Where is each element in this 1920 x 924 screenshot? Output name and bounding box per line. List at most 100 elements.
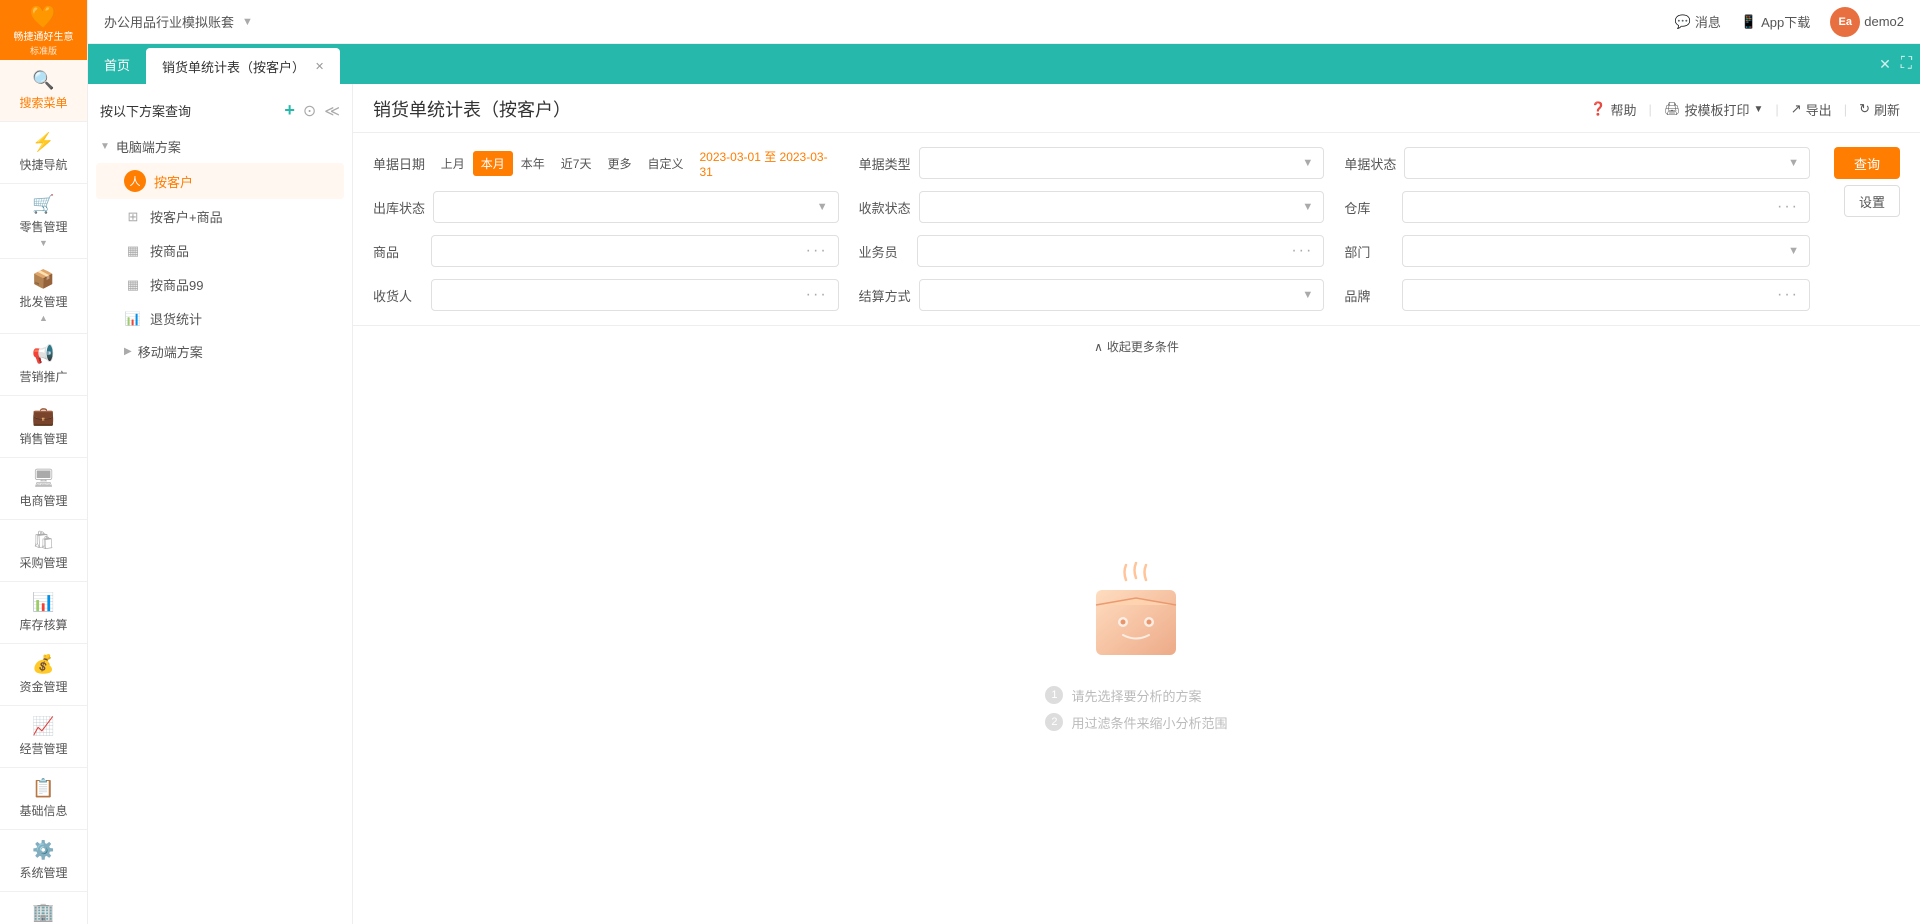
settings-button[interactable]: 设置	[1844, 185, 1900, 217]
date-btn-this-month[interactable]: 本月	[473, 151, 513, 176]
mobile-group-title[interactable]: ▶ 移动端方案	[96, 336, 344, 367]
tip-num-2: 2	[1045, 713, 1063, 731]
add-scheme-btn[interactable]: +	[284, 100, 295, 121]
user-profile-btn[interactable]: Ea demo2	[1830, 7, 1904, 37]
system-icon: ⚙️	[32, 840, 54, 861]
empty-tip-1: 1 请先选择要分析的方案	[1045, 686, 1201, 705]
status-select[interactable]: ▼	[1404, 147, 1810, 179]
sidebar-item-retail[interactable]: 🛒 零售管理 ▼	[0, 184, 88, 259]
collapse-icon: ∧	[1094, 340, 1103, 354]
scheme-item-by-customer[interactable]: 人 按客户	[96, 163, 344, 199]
purchase-icon: 🛍	[32, 530, 55, 551]
sidebar-item-search[interactable]: 🔍 搜索菜单	[0, 60, 88, 122]
sidebar-item-ecommerce[interactable]: 🖥 电商管理	[0, 458, 88, 520]
tip-num-1: 1	[1045, 686, 1063, 704]
settlement-filter-item: 结算方式 ▼	[859, 279, 1325, 311]
sidebar-item-sales[interactable]: 💼 销售管理	[0, 396, 88, 458]
empty-tips: 1 请先选择要分析的方案 2 用过滤条件来缩小分析范围	[1045, 686, 1227, 732]
date-btn-this-year[interactable]: 本年	[513, 151, 553, 176]
scheme-item-by-product[interactable]: ▦ 按商品	[96, 234, 344, 267]
brand-select[interactable]: ···	[1402, 279, 1810, 311]
quick-nav-label: 快捷导航	[19, 156, 67, 173]
sidebar-item-purchase[interactable]: 🛍 采购管理	[0, 520, 88, 582]
scheme-item-customer-product[interactable]: ⊞ 按客户+商品	[96, 200, 344, 233]
print-dropdown-icon: ▼	[1753, 104, 1763, 115]
date-range-display: 2023-03-01 至 2023-03-31	[699, 148, 838, 179]
export-btn[interactable]: ↗ 导出	[1791, 100, 1832, 119]
filter-section: 单据日期 上月 本月 本年 近7天 更多 自定义 2023-03-01 至 20…	[353, 133, 1920, 367]
collection-select[interactable]: ▼	[919, 191, 1325, 223]
out-status-arrow: ▼	[817, 201, 828, 213]
customer-product-icon: ⊞	[124, 208, 142, 226]
type-select[interactable]: ▼	[919, 147, 1325, 179]
basic-label: 基础信息	[19, 802, 67, 819]
date-btn-more[interactable]: 更多	[599, 151, 639, 176]
refresh-btn[interactable]: ↻ 刷新	[1859, 100, 1900, 119]
app-download-btn[interactable]: 📱 App下载	[1741, 12, 1810, 31]
retail-icon: 🛒	[32, 194, 54, 215]
desktop-group-arrow: ▼	[100, 141, 110, 152]
sidebar-item-wholesale[interactable]: 📦 批发管理 ▲	[0, 259, 88, 334]
sidebar-item-system[interactable]: ⚙️ 系统管理	[0, 830, 88, 892]
message-icon: 💬	[1675, 14, 1691, 30]
collapse-panel-btn[interactable]: ≪	[324, 102, 340, 120]
message-label: 消息	[1695, 12, 1721, 31]
warehouse-select[interactable]: ···	[1402, 191, 1810, 223]
receiver-dots: ···	[806, 286, 828, 304]
sidebar-item-inventory[interactable]: 📊 库存核算	[0, 582, 88, 644]
collapse-btn[interactable]: ∧ 收起更多条件	[1082, 334, 1191, 359]
right-content: 销货单统计表（按客户） ❓ 帮助 | 🖨 按模板打印 ▼ | ↗	[353, 84, 1920, 924]
sidebar-item-enterprise[interactable]: 🏢 企业协同	[0, 892, 88, 924]
help-label: 帮助	[1611, 100, 1637, 119]
sidebar: 🧡 畅捷通好生意 标准版 🔍 搜索菜单 ⚡ 快捷导航 🛒 零售管理 ▼ 📦 批发…	[0, 0, 88, 924]
out-status-filter-item: 出库状态 ▼	[373, 191, 839, 223]
industry-dropdown-icon[interactable]: ▼	[242, 16, 253, 28]
salesperson-filter-item: 业务员 ···	[859, 235, 1325, 267]
scheme-item-return-stats[interactable]: 📊 退货统计	[96, 302, 344, 335]
sidebar-item-quick-nav[interactable]: ⚡ 快捷导航	[0, 122, 88, 184]
return-stats-icon: 📊	[124, 310, 142, 328]
department-label: 部门	[1344, 242, 1394, 261]
date-btn-last-month[interactable]: 上月	[433, 151, 473, 176]
maximize-btn[interactable]: ⛶	[1901, 55, 1912, 73]
tab-home[interactable]: 首页	[88, 44, 146, 84]
type-arrow: ▼	[1302, 157, 1313, 169]
tab-sales-stats[interactable]: 销货单统计表（按客户） ✕	[146, 48, 340, 84]
status-arrow: ▼	[1788, 157, 1799, 169]
collapse-label: 收起更多条件	[1107, 338, 1179, 355]
wholesale-icon: 📦	[32, 269, 54, 290]
tab-sales-stats-label: 销货单统计表（按客户）	[162, 57, 305, 76]
status-filter-item: 单据状态 ▼	[1344, 147, 1810, 179]
sidebar-item-basic[interactable]: 📋 基础信息	[0, 768, 88, 830]
date-label: 单据日期	[373, 154, 425, 173]
tab-bar-close-btn[interactable]: ✕	[1879, 56, 1891, 73]
desktop-group-title[interactable]: ▼ 电脑端方案	[96, 131, 344, 162]
scheme-item-product99[interactable]: ▦ 按商品99	[96, 268, 344, 301]
out-status-select[interactable]: ▼	[433, 191, 839, 223]
system-label: 系统管理	[19, 864, 67, 881]
help-btn[interactable]: ❓ 帮助	[1590, 100, 1636, 119]
page-actions: ❓ 帮助 | 🖨 按模板打印 ▼ | ↗ 导出 |	[1590, 100, 1900, 119]
receiver-select[interactable]: ···	[431, 279, 839, 311]
salesperson-label: 业务员	[859, 242, 909, 261]
tab-close-icon[interactable]: ✕	[315, 60, 324, 73]
date-btn-7days[interactable]: 近7天	[553, 151, 600, 176]
sidebar-item-marketing[interactable]: 📢 营销推广	[0, 334, 88, 396]
settlement-label: 结算方式	[859, 286, 911, 305]
message-btn[interactable]: 💬 消息	[1675, 12, 1721, 31]
wholesale-label: 批发管理	[19, 293, 67, 310]
warehouse-dots: ···	[1777, 198, 1799, 216]
sidebar-item-finance[interactable]: 💰 资金管理	[0, 644, 88, 706]
settlement-select[interactable]: ▼	[919, 279, 1325, 311]
print-btn[interactable]: 🖨 按模板打印 ▼	[1664, 100, 1763, 119]
salesperson-select[interactable]: ···	[917, 235, 1325, 267]
logo-text: 畅捷通好生意	[14, 32, 74, 44]
date-btn-custom[interactable]: 自定义	[639, 151, 691, 176]
query-button[interactable]: 查询	[1834, 147, 1900, 179]
department-select[interactable]: ▼	[1402, 235, 1810, 267]
retail-expand-icon: ▼	[39, 238, 48, 248]
sidebar-item-operations[interactable]: 📈 经营管理	[0, 706, 88, 768]
product-select[interactable]: ···	[431, 235, 839, 267]
app-logo: 🧡 畅捷通好生意 标准版	[0, 0, 88, 60]
settings-scheme-btn[interactable]: ⊙	[303, 101, 316, 121]
